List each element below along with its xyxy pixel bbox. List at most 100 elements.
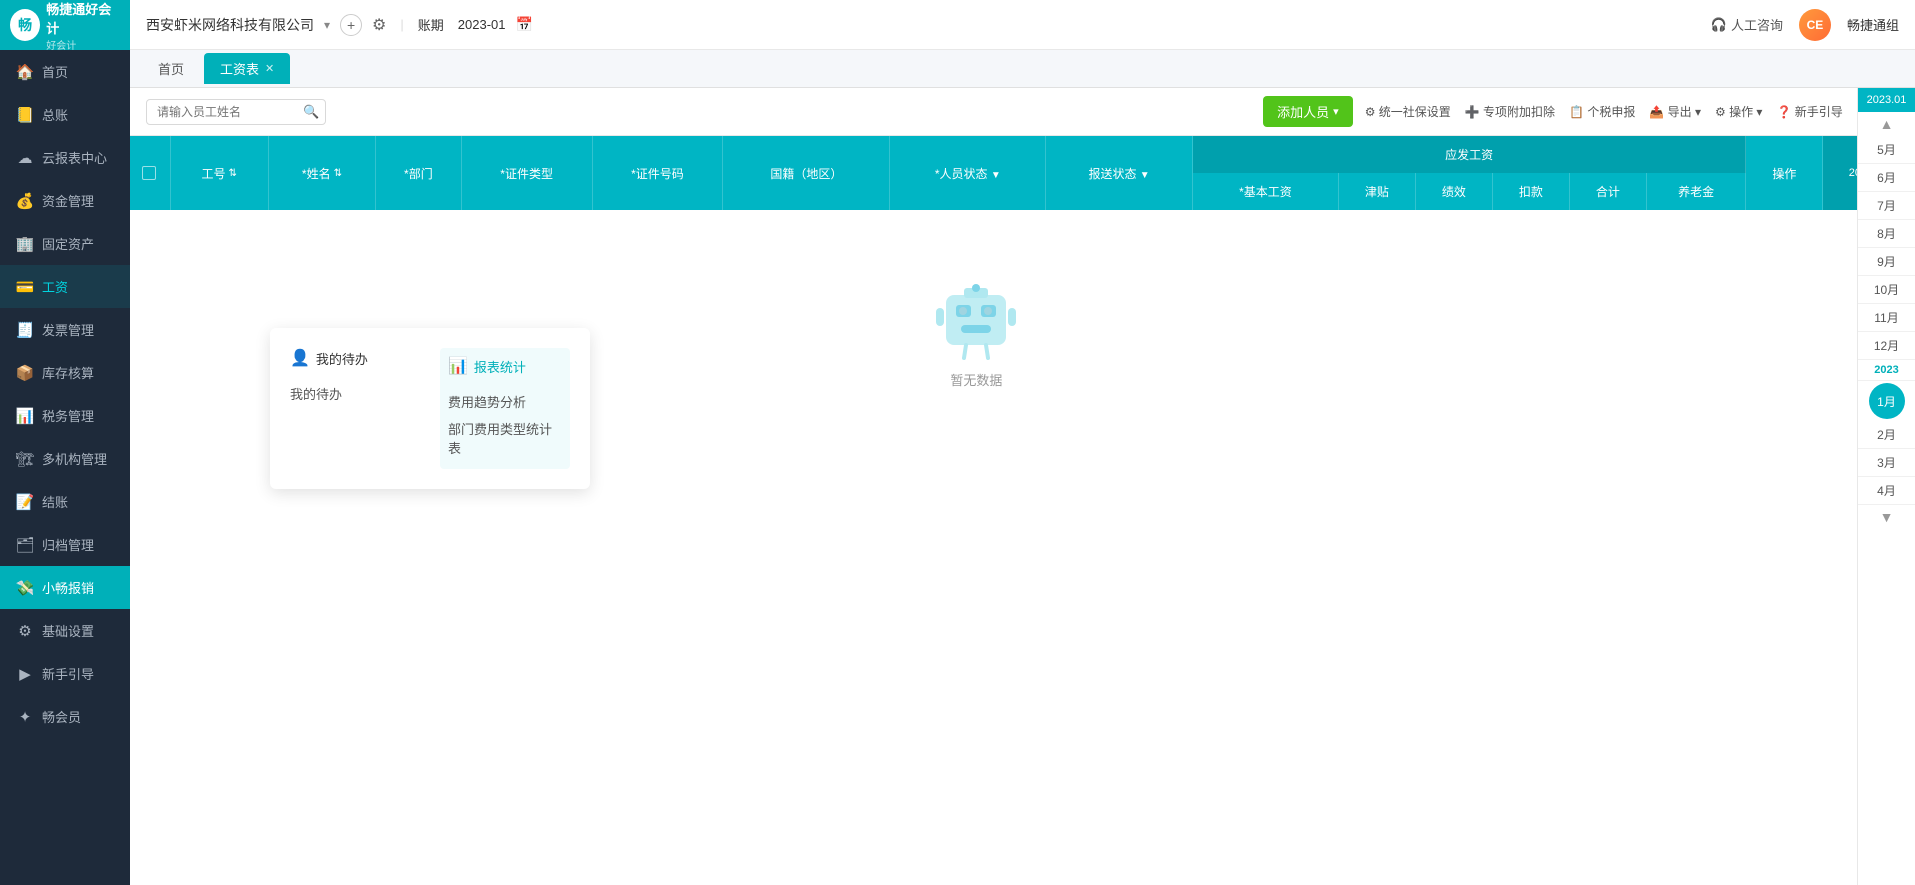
month-item-9[interactable]: 9月: [1858, 248, 1915, 276]
user-avatar[interactable]: CE: [1799, 9, 1831, 41]
month-item-1-active[interactable]: 1月: [1869, 383, 1905, 419]
col-deduction: 扣款: [1492, 173, 1569, 210]
tab-close-icon[interactable]: ✕: [265, 62, 274, 75]
member-icon: ✦: [16, 708, 34, 726]
expense-icon: 💸: [16, 579, 34, 597]
month-scroll-up-button[interactable]: ▲: [1858, 112, 1915, 136]
guide-button[interactable]: ❓ 新手引导: [1776, 103, 1842, 120]
tabbar: 首页 工资表 ✕: [130, 50, 1915, 88]
topbar: 西安虾米网络科技有限公司 ▾ + ⚙ | 账期 2023-01 📅 🎧 人工咨询…: [130, 0, 1915, 50]
social-security-button[interactable]: ⚙ 统一社保设置: [1365, 103, 1451, 120]
content-area: 🔍 添加人员 ▾ ⚙ 统一社保设置 ➕ 专项附加扣除 📋 个税申报 📤 导出 ▾…: [130, 88, 1915, 885]
month-item-7[interactable]: 7月: [1858, 192, 1915, 220]
sidebar-item-salary[interactable]: 💳工资: [0, 265, 130, 308]
popup-section-reports-title: 📊 报表统计: [448, 356, 562, 376]
settings-icon[interactable]: ⚙: [372, 15, 386, 35]
month-item-8[interactable]: 8月: [1858, 220, 1915, 248]
col-cert-no: *证件号码: [592, 136, 723, 210]
sidebar-item-archive[interactable]: 🗂归档管理: [0, 523, 130, 566]
sidebar-item-home[interactable]: 🏠首页: [0, 50, 130, 93]
sidebar: 畅 畅捷通好会计 好会计 🏠首页📒总账☁云报表中心💰资金管理🏢固定资产💳工资🧾发…: [0, 0, 130, 885]
sidebar-item-tax[interactable]: 📊税务管理: [0, 394, 130, 437]
report-icon: 📊: [448, 356, 468, 376]
search-box: 🔍: [146, 99, 326, 125]
period-value: 2023-01: [458, 17, 506, 32]
col-nationality: 国籍（地区）: [723, 136, 890, 210]
topbar-right: 🎧 人工咨询 CE 畅捷通组: [1711, 9, 1899, 41]
sidebar-item-ledger[interactable]: 📒总账: [0, 93, 130, 136]
logo-icon: 畅: [10, 9, 40, 41]
month-item-12[interactable]: 12月: [1858, 332, 1915, 360]
month-item-5[interactable]: 5月: [1858, 136, 1915, 164]
sidebar-item-expense[interactable]: 💸小畅报销: [0, 566, 130, 609]
basic-icon: ⚙: [16, 622, 34, 640]
sidebar-item-member[interactable]: ✦畅会员: [0, 695, 130, 738]
sidebar-item-inventory[interactable]: 📦库存核算: [0, 351, 130, 394]
popup-item-my-todo[interactable]: 我的待办: [290, 380, 420, 407]
sidebar-item-settle[interactable]: 📝结账: [0, 480, 130, 523]
empty-illustration: [926, 270, 1026, 370]
empty-text: 暂无数据: [950, 370, 1002, 389]
popup-section-reports: 📊 报表统计 费用趋势分析 部门费用类型统计表: [440, 348, 570, 469]
col-performance: 绩效: [1415, 173, 1492, 210]
app-logo: 畅 畅捷通好会计 好会计: [0, 0, 130, 50]
support-button[interactable]: 🎧 人工咨询: [1711, 15, 1783, 34]
guide-icon: ▶: [16, 665, 34, 683]
month-item-11[interactable]: 11月: [1858, 304, 1915, 332]
period-calendar-icon[interactable]: 📅: [516, 16, 533, 33]
month-item-6[interactable]: 6月: [1858, 164, 1915, 192]
period-label: 账期: [418, 15, 444, 34]
add-company-button[interactable]: +: [340, 14, 362, 36]
cloud-reports-icon: ☁: [16, 149, 34, 167]
sidebar-item-multi-org[interactable]: 🏗多机构管理: [0, 437, 130, 480]
search-input[interactable]: [157, 105, 297, 119]
dropdown-popup: 👤 我的待办 我的待办 📊 报表统计 费用趋势分析 部门费用类型统计表: [270, 328, 590, 489]
invoice-icon: 🧾: [16, 321, 34, 339]
sidebar-item-fixed-assets[interactable]: 🏢固定资产: [0, 222, 130, 265]
select-all-checkbox[interactable]: [142, 166, 156, 180]
table-container: 工号 ⇅ *姓名 ⇅ *部门 *证件类型 *证件号码 国籍（地区） *人员状态 …: [130, 136, 1915, 885]
toolbar: 🔍 添加人员 ▾ ⚙ 统一社保设置 ➕ 专项附加扣除 📋 个税申报 📤 导出 ▾…: [130, 88, 1915, 136]
sidebar-item-fund[interactable]: 💰资金管理: [0, 179, 130, 222]
month-panel: 2023.01 ▲ 5月 6月 7月 8月 9月 10月 11月 12月 202…: [1857, 88, 1915, 885]
settle-icon: 📝: [16, 493, 34, 511]
home-icon: 🏠: [16, 63, 34, 81]
month-panel-header: 2023.01: [1858, 88, 1915, 112]
company-dropdown-arrow[interactable]: ▾: [324, 18, 330, 32]
tab-home[interactable]: 首页: [142, 53, 200, 84]
export-button[interactable]: 📤 导出 ▾: [1649, 103, 1701, 120]
sidebar-item-cloud-reports[interactable]: ☁云报表中心: [0, 136, 130, 179]
archive-icon: 🗂: [16, 536, 34, 554]
toolbar-actions: ⚙ 统一社保设置 ➕ 专项附加扣除 📋 个税申报 📤 导出 ▾ ⚙ 操作 ▾ ❓…: [1365, 103, 1899, 120]
month-item-3[interactable]: 3月: [1858, 449, 1915, 477]
sidebar-nav: 🏠首页📒总账☁云报表中心💰资金管理🏢固定资产💳工资🧾发票管理📦库存核算📊税务管理…: [0, 50, 130, 885]
month-item-4[interactable]: 4月: [1858, 477, 1915, 505]
sidebar-item-guide[interactable]: ▶新手引导: [0, 652, 130, 695]
sidebar-item-invoice[interactable]: 🧾发票管理: [0, 308, 130, 351]
col-report-status: 报送状态 ▼: [1046, 136, 1193, 210]
add-person-arrow-icon: ▾: [1333, 105, 1339, 118]
add-person-button[interactable]: 添加人员 ▾: [1263, 96, 1353, 127]
tax-icon: 📊: [16, 407, 34, 425]
sidebar-item-basic[interactable]: ⚙基础设置: [0, 609, 130, 652]
company-name: 西安虾米网络科技有限公司: [146, 15, 314, 35]
search-icon[interactable]: 🔍: [303, 104, 319, 120]
special-deduction-button[interactable]: ➕ 专项附加扣除: [1465, 103, 1555, 120]
user-name[interactable]: 畅捷通组: [1847, 15, 1899, 34]
popup-item-expense-trend[interactable]: 费用趋势分析: [448, 388, 562, 415]
col-base-salary: *基本工资: [1193, 173, 1339, 210]
tab-salary[interactable]: 工资表 ✕: [204, 53, 290, 84]
tax-report-button[interactable]: 📋 个税申报: [1569, 103, 1635, 120]
multi-org-icon: 🏗: [16, 450, 34, 468]
logo-text: 畅捷通好会计 好会计: [46, 0, 120, 52]
operation-button[interactable]: ⚙ 操作 ▾: [1715, 103, 1762, 120]
popup-section-todo-title: 👤 我的待办: [290, 348, 420, 368]
col-name: *姓名 ⇅: [268, 136, 375, 210]
year-label-2023: 2023: [1858, 360, 1915, 381]
month-item-10[interactable]: 10月: [1858, 276, 1915, 304]
col-person-status: *人员状态 ▼: [890, 136, 1046, 210]
todo-icon: 👤: [290, 348, 310, 368]
popup-item-dept-expense[interactable]: 部门费用类型统计表: [448, 415, 562, 461]
month-item-2[interactable]: 2月: [1858, 421, 1915, 449]
month-scroll-down-button[interactable]: ▼: [1858, 505, 1915, 529]
